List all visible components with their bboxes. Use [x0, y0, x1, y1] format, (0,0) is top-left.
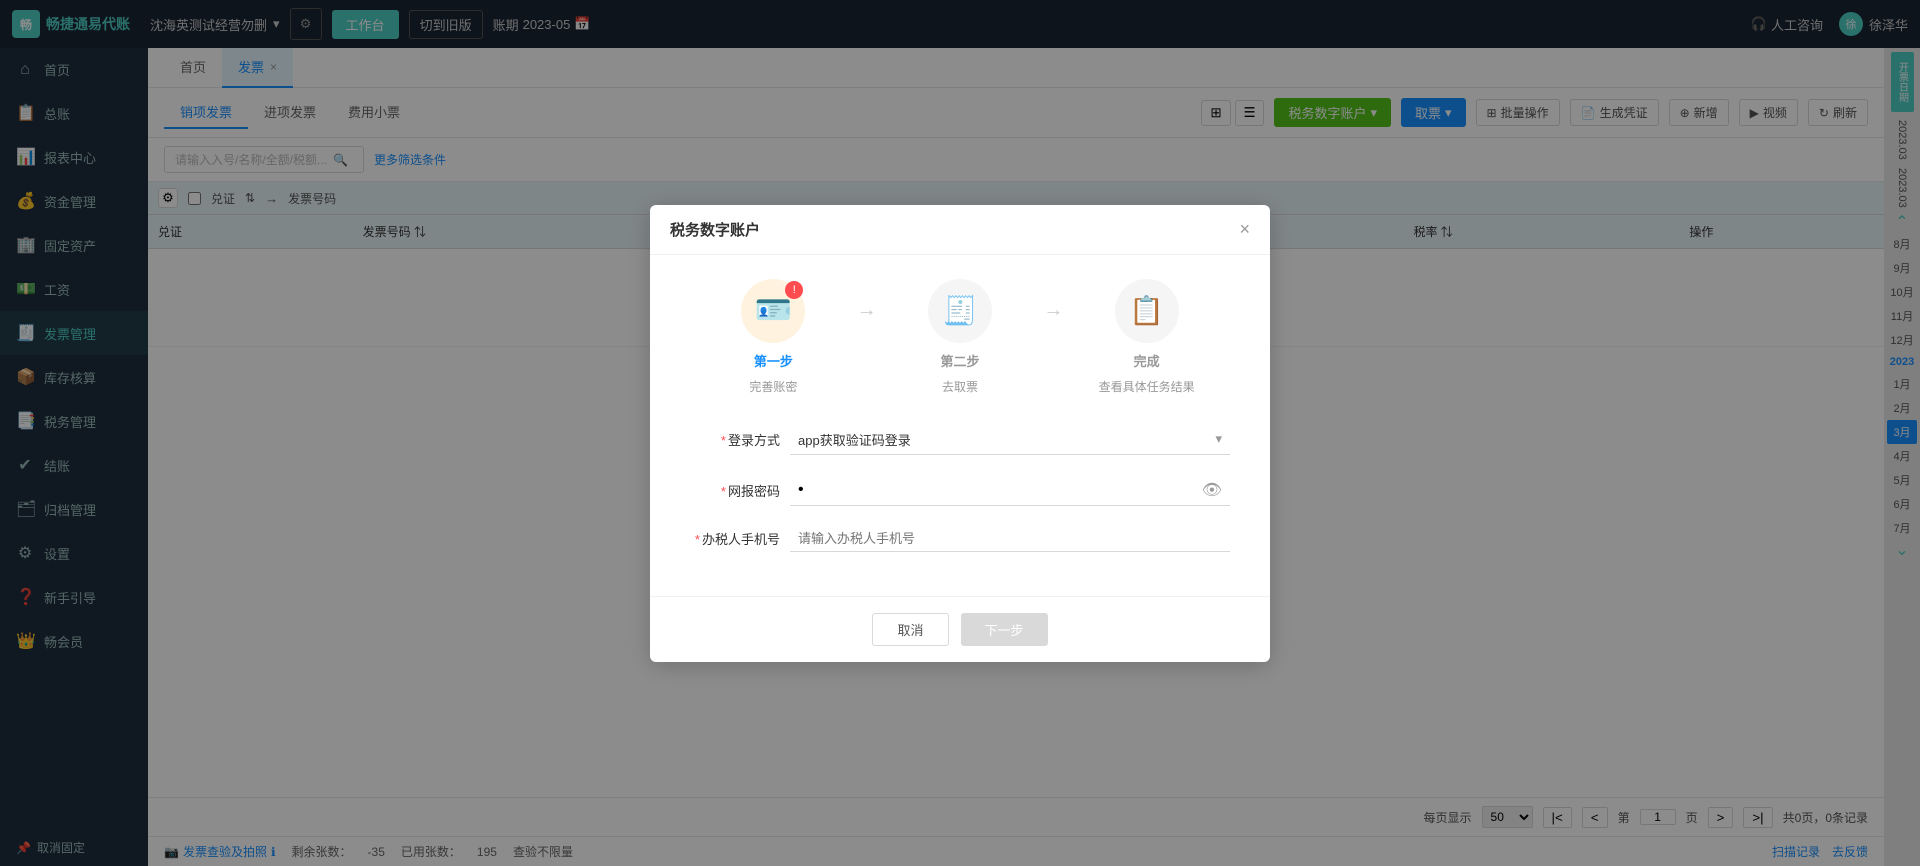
- login-method-row: 登录方式 app获取验证码登录 ▾: [690, 425, 1230, 455]
- select-chevron-icon: ▾: [1215, 431, 1222, 447]
- step-3: 📋 完成 查看具体任务结果: [1063, 279, 1230, 395]
- modal-footer: 取消 下一步: [650, 596, 1270, 662]
- step-3-title: 完成: [1134, 351, 1160, 370]
- password-row: 网报密码 👁: [690, 475, 1230, 506]
- step-2-icon: 🧾: [928, 279, 992, 343]
- step-3-desc: 查看具体任务结果: [1099, 378, 1195, 395]
- eye-icon[interactable]: 👁: [1202, 480, 1222, 500]
- modal-body: 🪪 ! 第一步 完善账密 → 🧾 第二步 去取票 →: [650, 255, 1270, 596]
- login-method-value: app获取验证码登录: [798, 430, 911, 449]
- step-arrow-2: →: [1043, 279, 1063, 322]
- password-label: 网报密码: [690, 481, 780, 500]
- step-3-icon: 📋: [1115, 279, 1179, 343]
- step-1-icon: 🪪 !: [741, 279, 805, 343]
- modal-header: 税务数字账户 ×: [650, 205, 1270, 255]
- step-arrow-1: →: [857, 279, 877, 322]
- step-1-badge: !: [785, 281, 803, 299]
- modal-title: 税务数字账户: [670, 219, 760, 240]
- phone-input[interactable]: [790, 526, 1230, 552]
- step-1-desc: 完善账密: [749, 378, 797, 395]
- step-2-desc: 去取票: [942, 378, 978, 395]
- cancel-button[interactable]: 取消: [872, 613, 948, 646]
- login-method-select[interactable]: app获取验证码登录 ▾: [790, 425, 1230, 455]
- password-field: 👁: [790, 475, 1230, 506]
- tax-digital-modal: 税务数字账户 × 🪪 ! 第一步 完善账密 →: [650, 205, 1270, 662]
- password-input[interactable]: [798, 481, 1202, 499]
- login-method-label: 登录方式: [690, 430, 780, 449]
- modal-close-button[interactable]: ×: [1239, 219, 1250, 240]
- step-2-title: 第二步: [941, 351, 980, 370]
- step-1-title: 第一步: [754, 351, 793, 370]
- step-2: 🧾 第二步 去取票: [877, 279, 1044, 395]
- phone-row: 办税人手机号: [690, 526, 1230, 552]
- steps-area: 🪪 ! 第一步 完善账密 → 🧾 第二步 去取票 →: [690, 279, 1230, 395]
- next-step-button[interactable]: 下一步: [961, 613, 1048, 646]
- step-1: 🪪 ! 第一步 完善账密: [690, 279, 857, 395]
- phone-label: 办税人手机号: [690, 529, 780, 548]
- modal-overlay: 税务数字账户 × 🪪 ! 第一步 完善账密 →: [0, 0, 1920, 866]
